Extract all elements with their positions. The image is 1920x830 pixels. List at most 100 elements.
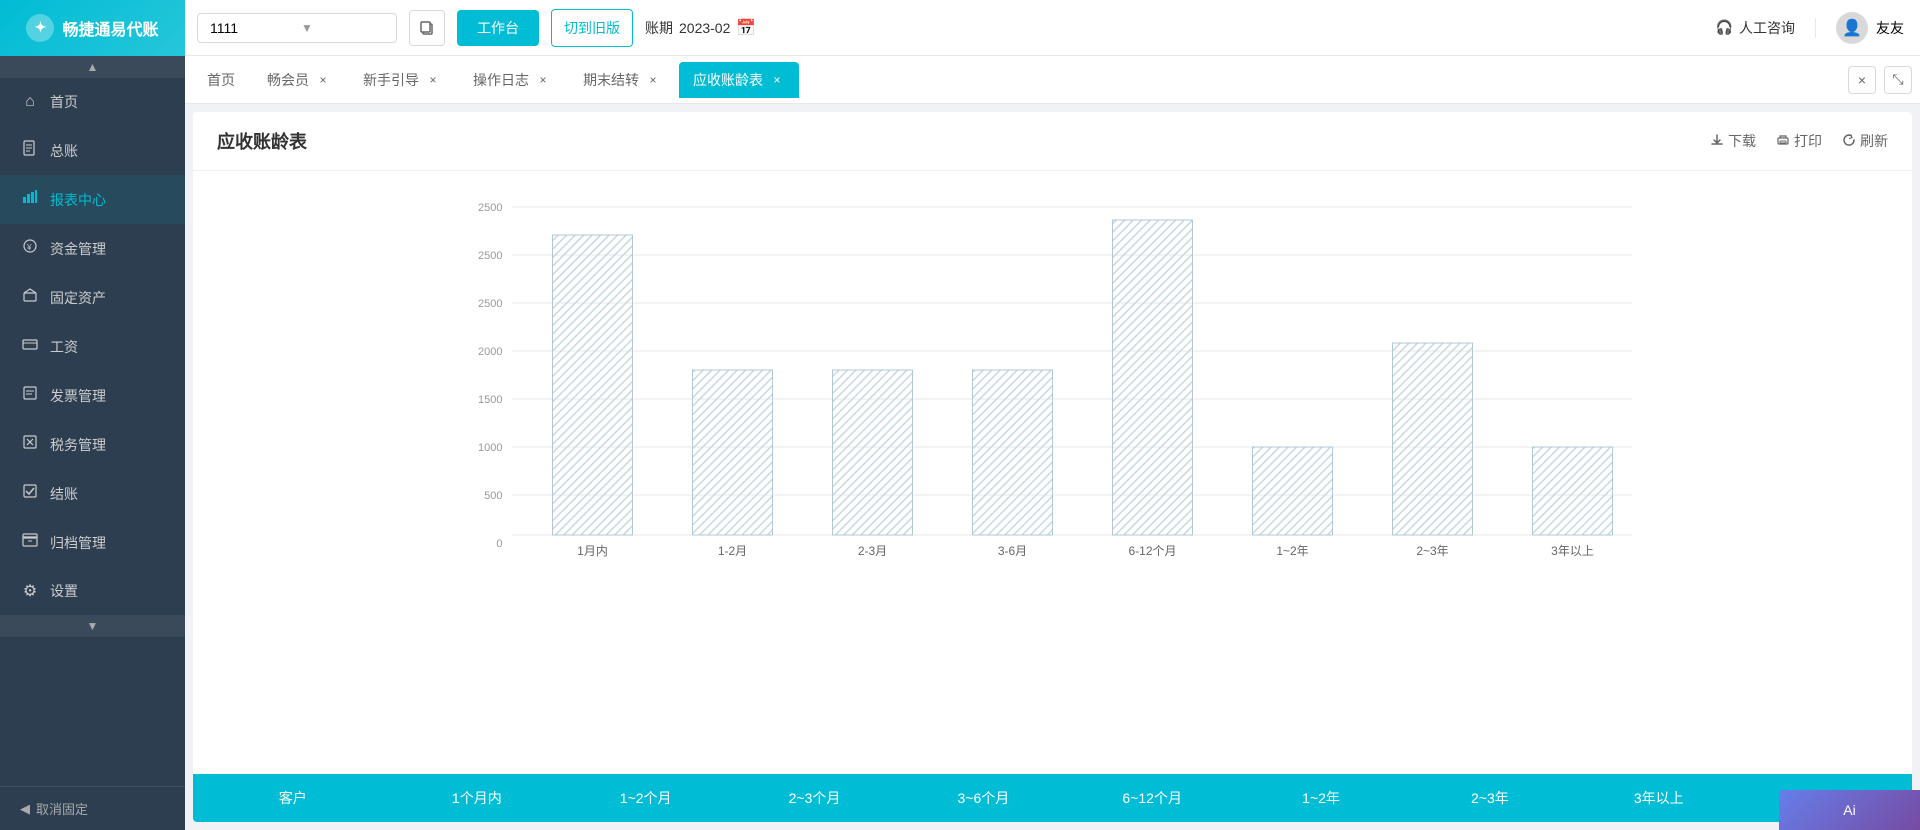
- tab-home[interactable]: 首页: [193, 62, 249, 98]
- svg-text:3年以上: 3年以上: [1551, 544, 1594, 558]
- svg-text:3-6月: 3-6月: [998, 544, 1027, 558]
- tab-close-all-button[interactable]: ×: [1848, 66, 1876, 94]
- svg-text:2500: 2500: [478, 202, 502, 214]
- svg-text:1月内: 1月内: [577, 544, 608, 558]
- settings-icon: ⚙: [20, 581, 40, 601]
- table-col-1-2m: 1~2个月: [561, 788, 730, 808]
- consultation-link[interactable]: 🎧 人工咨询: [1716, 18, 1795, 38]
- table-col-customer: 客户: [193, 788, 392, 808]
- sidebar-item-reports[interactable]: 报表中心: [0, 175, 185, 224]
- sidebar-item-fixed-assets[interactable]: 固定资产: [0, 273, 185, 322]
- logo-text: 畅捷通易代账: [62, 16, 158, 40]
- chart-container: 2500 2500 2500 2000 1500 1000 500 0: [193, 171, 1912, 774]
- calendar-icon[interactable]: 📅: [736, 18, 756, 38]
- tab-membership[interactable]: 畅会员 ×: [253, 62, 345, 98]
- print-button[interactable]: 打印: [1776, 131, 1822, 151]
- sidebar-item-settlement[interactable]: 结账: [0, 469, 185, 518]
- settlement-icon: [20, 483, 40, 504]
- tab-guide[interactable]: 新手引导 ×: [349, 62, 455, 98]
- tab-period-end[interactable]: 期末结转 ×: [569, 62, 675, 98]
- print-icon: [1776, 133, 1790, 150]
- ai-bar[interactable]: Ai: [1779, 790, 1920, 830]
- company-selector[interactable]: 1111 ▼: [197, 13, 397, 43]
- copy-icon: [419, 20, 435, 36]
- table-col-3y-plus: 3年以上: [1574, 788, 1743, 808]
- refresh-icon: [1842, 133, 1856, 150]
- funds-icon: ¥: [20, 238, 40, 259]
- tab-bar-actions: × ⤡: [1848, 66, 1912, 94]
- content-area: 首页 畅会员 × 新手引导 × 操作日志 × 期末结转 × 应收账龄表 ×: [185, 56, 1920, 830]
- pin-icon: ◀: [20, 801, 30, 817]
- sidebar-label-tax: 税务管理: [50, 435, 106, 455]
- table-col-2-3m: 2~3个月: [730, 788, 899, 808]
- print-label: 打印: [1794, 131, 1822, 151]
- home-icon: ⌂: [20, 93, 40, 111]
- top-header: ✦ 畅捷通易代账 1111 ▼ 工作台 切到旧版 账期 2023-02 📅 🎧 …: [0, 0, 1920, 56]
- page-title: 应收账龄表: [217, 128, 307, 154]
- refresh-button[interactable]: 刷新: [1842, 131, 1888, 151]
- sidebar-bottom: ◀ 取消固定: [0, 786, 185, 830]
- sidebar-label-home: 首页: [50, 92, 78, 112]
- sidebar-item-invoice[interactable]: 发票管理: [0, 371, 185, 420]
- tab-period-end-close[interactable]: ×: [645, 72, 661, 88]
- sidebar-scroll-down[interactable]: ▼: [0, 615, 185, 637]
- divider: [1815, 18, 1816, 38]
- consultation-label: 人工咨询: [1739, 18, 1795, 38]
- page-header: 应收账龄表 下载 打印: [193, 112, 1912, 171]
- sidebar: ▲ ⌂ 首页 总账 报表中心 ¥ 资金管理 固定资产: [0, 56, 185, 830]
- sidebar-label-ledger: 总账: [50, 141, 78, 161]
- sidebar-label-funds: 资金管理: [50, 239, 106, 259]
- sidebar-item-archive[interactable]: 归档管理: [0, 518, 185, 567]
- svg-text:1500: 1500: [478, 394, 502, 406]
- tab-oplog-label: 操作日志: [473, 70, 529, 90]
- tab-period-end-label: 期末结转: [583, 70, 639, 90]
- aging-chart: 2500 2500 2500 2000 1500 1000 500 0: [217, 187, 1888, 567]
- ledger-icon: [20, 140, 40, 161]
- sidebar-label-payroll: 工资: [50, 337, 78, 357]
- copy-button[interactable]: [409, 10, 445, 46]
- reports-icon: [20, 189, 40, 210]
- sidebar-item-payroll[interactable]: 工资: [0, 322, 185, 371]
- page-actions: 下载 打印 刷新: [1710, 131, 1888, 151]
- period-area: 账期 2023-02 📅: [645, 18, 756, 38]
- main-layout: ▲ ⌂ 首页 总账 报表中心 ¥ 资金管理 固定资产: [0, 56, 1920, 830]
- sidebar-item-tax[interactable]: 税务管理: [0, 420, 185, 469]
- svg-text:1~2年: 1~2年: [1276, 544, 1308, 558]
- workbench-button[interactable]: 工作台: [457, 10, 539, 46]
- archive-icon: [20, 532, 40, 553]
- switch-version-button[interactable]: 切到旧版: [551, 9, 633, 47]
- tax-icon: [20, 434, 40, 455]
- tab-oplog[interactable]: 操作日志 ×: [459, 62, 565, 98]
- sidebar-item-funds[interactable]: ¥ 资金管理: [0, 224, 185, 273]
- table-col-6-12m: 6~12个月: [1068, 788, 1237, 808]
- sidebar-item-settings[interactable]: ⚙ 设置: [0, 567, 185, 615]
- sidebar-scroll-up[interactable]: ▲: [0, 56, 185, 78]
- cancel-fixed-label: 取消固定: [36, 799, 88, 818]
- sidebar-item-home[interactable]: ⌂ 首页: [0, 78, 185, 126]
- ai-label: Ai: [1843, 802, 1855, 818]
- refresh-label: 刷新: [1860, 131, 1888, 151]
- svg-text:2500: 2500: [478, 298, 502, 310]
- sidebar-label-settings: 设置: [50, 581, 78, 601]
- period-label: 账期: [645, 18, 673, 38]
- sidebar-item-ledger[interactable]: 总账: [0, 126, 185, 175]
- company-name: 1111: [210, 20, 293, 36]
- cancel-fixed-button[interactable]: ◀ 取消固定: [0, 787, 185, 830]
- sidebar-label-fixed-assets: 固定资产: [50, 288, 106, 308]
- logo-icon: ✦: [26, 14, 54, 42]
- tab-membership-close[interactable]: ×: [315, 72, 331, 88]
- user-area[interactable]: 👤 友友: [1836, 12, 1904, 44]
- dropdown-arrow-icon: ▼: [301, 21, 384, 35]
- table-col-3-6m: 3~6个月: [899, 788, 1068, 808]
- tab-ar-aging-close[interactable]: ×: [769, 72, 785, 88]
- tab-expand-button[interactable]: ⤡: [1884, 66, 1912, 94]
- tab-ar-aging[interactable]: 应收账龄表 ×: [679, 62, 799, 98]
- fixed-assets-icon: [20, 287, 40, 308]
- tab-oplog-close[interactable]: ×: [535, 72, 551, 88]
- sidebar-label-archive: 归档管理: [50, 533, 106, 553]
- tab-guide-label: 新手引导: [363, 70, 419, 90]
- table-col-1-2y: 1~2年: [1237, 788, 1406, 808]
- download-label: 下载: [1728, 131, 1756, 151]
- download-button[interactable]: 下载: [1710, 131, 1756, 151]
- tab-guide-close[interactable]: ×: [425, 72, 441, 88]
